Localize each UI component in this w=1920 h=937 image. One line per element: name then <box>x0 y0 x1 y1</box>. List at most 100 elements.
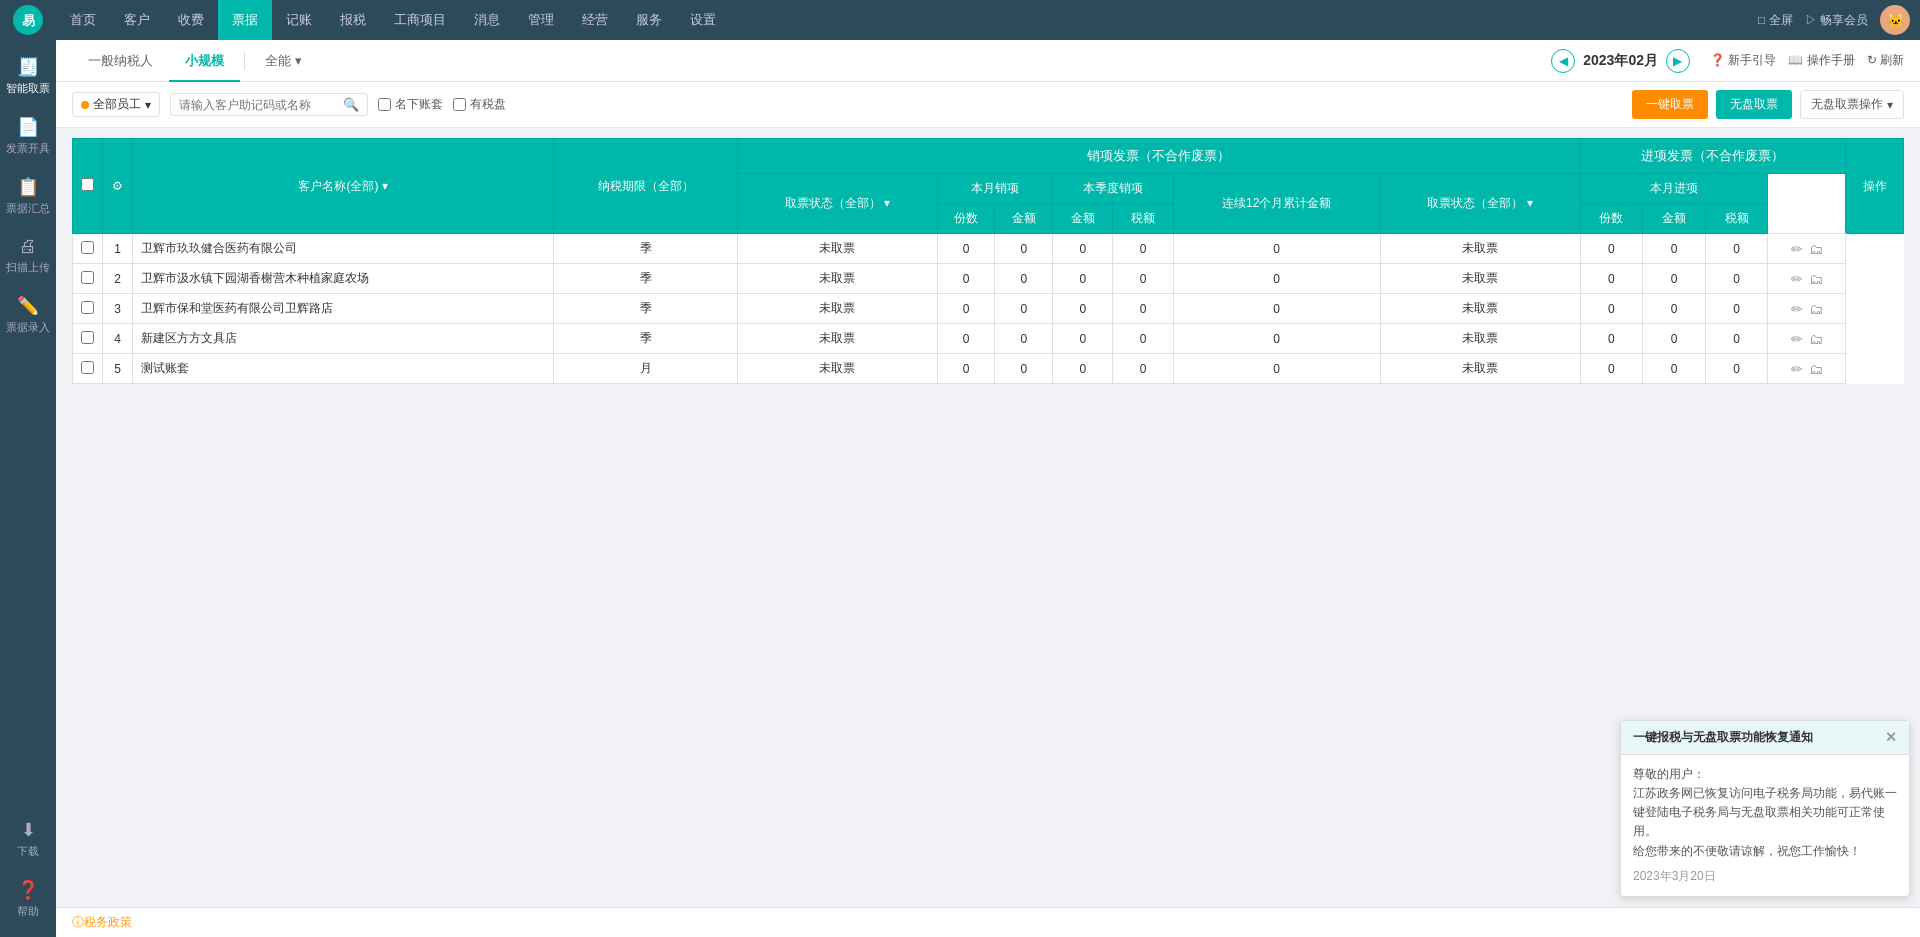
row-sales-quarter-amount: 0 <box>1053 354 1113 384</box>
row-purchase-month-tax: 0 <box>1705 234 1768 264</box>
row-check[interactable] <box>73 354 103 384</box>
nav-customer[interactable]: 客户 <box>110 0 164 40</box>
sidebar-item-invoice-entry-label: 票据录入 <box>6 320 50 335</box>
row-check[interactable] <box>73 324 103 354</box>
copy-icon[interactable]: 🗂 <box>1809 241 1823 257</box>
sidebar-item-help[interactable]: ❓ 帮助 <box>2 871 54 927</box>
row-check[interactable] <box>73 234 103 264</box>
edit-icon[interactable]: ✏ <box>1791 301 1803 317</box>
nav-home[interactable]: 首页 <box>56 0 110 40</box>
nav-tax[interactable]: 报税 <box>326 0 380 40</box>
select-all-checkbox[interactable] <box>81 178 94 191</box>
row-actions: ✏ 🗂 <box>1768 324 1846 354</box>
search-wrap: 🔍 <box>170 93 368 116</box>
tab-right-actions: ❓ 新手引导 📖 操作手册 ↻ 刷新 <box>1710 52 1904 69</box>
date-prev-btn[interactable]: ◀ <box>1551 49 1575 73</box>
invoice-entry-icon: ✏️ <box>17 295 39 317</box>
tab-all[interactable]: 全能 ▾ <box>249 40 318 82</box>
avatar[interactable]: 🐱 <box>1880 5 1910 35</box>
date-nav: ◀ 2023年02月 ▶ <box>1551 49 1690 73</box>
copy-icon[interactable]: 🗂 <box>1809 271 1823 287</box>
row-sales-12month-link[interactable]: 0 <box>1273 302 1280 316</box>
tax-disk-filter[interactable]: 有税盘 <box>453 96 506 113</box>
refresh-btn[interactable]: ↻ 刷新 <box>1867 52 1904 69</box>
nav-billing[interactable]: 收费 <box>164 0 218 40</box>
row-sales-status: 未取票 <box>737 264 937 294</box>
row-actions: ✏ 🗂 <box>1768 354 1846 384</box>
nav-operation[interactable]: 经营 <box>568 0 622 40</box>
row-sales-12month-link[interactable]: 0 <box>1273 242 1280 256</box>
row-check[interactable] <box>73 264 103 294</box>
tax-disk-checkbox[interactable] <box>453 98 466 111</box>
copy-icon[interactable]: 🗂 <box>1809 301 1823 317</box>
row-sales-12month: 0 <box>1173 324 1380 354</box>
help-icon: ❓ <box>17 879 39 901</box>
tab-general-taxpayer[interactable]: 一般纳税人 <box>72 40 169 82</box>
notification-date: 2023年3月20日 <box>1633 867 1897 886</box>
row-sales-quarter-amount: 0 <box>1053 264 1113 294</box>
search-input[interactable] <box>179 98 339 112</box>
date-next-btn[interactable]: ▶ <box>1666 49 1690 73</box>
row-sales-quarter-tax: 0 <box>1113 354 1173 384</box>
tax-policy-icon: ⓘ <box>72 914 84 931</box>
sidebar-item-invoice-entry[interactable]: ✏️ 票据录入 <box>2 287 54 343</box>
nav-bookkeeping[interactable]: 记账 <box>272 0 326 40</box>
row-sales-quarter-amount: 0 <box>1053 234 1113 264</box>
sidebar-item-invoice-issue[interactable]: 📄 发票开具 <box>2 108 54 164</box>
notification-panel: 一键报税与无盘取票功能恢复通知 ✕ 尊敬的用户： 江苏政务网已恢复访问电子税务局… <box>1620 720 1910 897</box>
nav-message[interactable]: 消息 <box>460 0 514 40</box>
sub-account-filter[interactable]: 名下账套 <box>378 96 443 113</box>
row-sales-quarter-amount-link[interactable]: 0 <box>1079 332 1086 346</box>
row-sales-12month-link[interactable]: 0 <box>1273 332 1280 346</box>
no-disk-ticket-btn[interactable]: 无盘取票 <box>1716 90 1792 119</box>
employee-filter[interactable]: 全部员工 ▾ <box>72 92 160 117</box>
sidebar-item-scan-upload[interactable]: 🖨 扫描上传 <box>2 228 54 283</box>
member-btn[interactable]: ▷ 畅享会员 <box>1805 12 1868 29</box>
row-sales-quarter-amount-link[interactable]: 0 <box>1079 302 1086 316</box>
edit-icon[interactable]: ✏ <box>1791 241 1803 257</box>
nav-service[interactable]: 服务 <box>622 0 676 40</box>
row-sales-status: 未取票 <box>737 294 937 324</box>
new-guide-btn[interactable]: ❓ 新手引导 <box>1710 52 1776 69</box>
table-row: 1 卫辉市玖玖健合医药有限公司 季 未取票 0 0 0 0 0 未取票 0 0 … <box>73 234 1904 264</box>
edit-icon[interactable]: ✏ <box>1791 271 1803 287</box>
row-purchase-month-count: 0 <box>1580 324 1643 354</box>
row-sales-quarter-amount-link[interactable]: 0 <box>1079 362 1086 376</box>
manual-btn[interactable]: 📖 操作手册 <box>1788 52 1854 69</box>
copy-icon[interactable]: 🗂 <box>1809 331 1823 347</box>
one-click-ticket-btn[interactable]: 一键取票 <box>1632 90 1708 119</box>
search-icon[interactable]: 🔍 <box>343 97 359 112</box>
sidebar-item-invoice-summary-label: 票据汇总 <box>6 201 50 216</box>
row-sales-quarter-amount-link[interactable]: 0 <box>1079 242 1086 256</box>
row-num: 5 <box>103 354 133 384</box>
edit-icon[interactable]: ✏ <box>1791 331 1803 347</box>
sidebar-item-smart-ticket[interactable]: 🧾 智能取票 <box>2 48 54 104</box>
purchase-month-amount-header: 金额 <box>1643 204 1706 234</box>
copy-icon[interactable]: 🗂 <box>1809 361 1823 377</box>
nav-invoice[interactable]: 票据 <box>218 0 272 40</box>
nav-settings[interactable]: 设置 <box>676 0 730 40</box>
row-actions: ✏ 🗂 <box>1768 294 1846 324</box>
nav-items: 首页 客户 收费 票据 记账 报税 工商项目 消息 管理 经营 服务 设置 <box>56 0 1758 40</box>
row-purchase-month-tax: 0 <box>1705 324 1768 354</box>
row-name: 卫辉市保和堂医药有限公司卫辉路店 <box>133 294 554 324</box>
date-display: 2023年02月 <box>1583 52 1658 70</box>
row-sales-12month-link[interactable]: 0 <box>1273 272 1280 286</box>
row-check[interactable] <box>73 294 103 324</box>
nav-business[interactable]: 工商项目 <box>380 0 460 40</box>
row-sales-quarter-amount-link[interactable]: 0 <box>1079 272 1086 286</box>
nav-manage[interactable]: 管理 <box>514 0 568 40</box>
sidebar: 🧾 智能取票 📄 发票开具 📋 票据汇总 🖨 扫描上传 ✏️ 票据录入 ⬇ 下载… <box>0 40 56 937</box>
row-sales-12month-link[interactable]: 0 <box>1273 362 1280 376</box>
tax-policy-link[interactable]: 税务政策 <box>84 914 132 931</box>
row-sales-month-count: 0 <box>937 294 995 324</box>
edit-icon[interactable]: ✏ <box>1791 361 1803 377</box>
sub-account-checkbox[interactable] <box>378 98 391 111</box>
no-disk-ops-btn[interactable]: 无盘取票操作 ▾ <box>1800 90 1904 119</box>
row-sales-month-count: 0 <box>937 324 995 354</box>
tab-small-scale[interactable]: 小规模 <box>169 40 240 82</box>
sidebar-item-download[interactable]: ⬇ 下载 <box>2 811 54 867</box>
fullscreen-btn[interactable]: □ 全屏 <box>1758 12 1793 29</box>
notification-close-btn[interactable]: ✕ <box>1885 729 1897 745</box>
sidebar-item-invoice-summary[interactable]: 📋 票据汇总 <box>2 168 54 224</box>
